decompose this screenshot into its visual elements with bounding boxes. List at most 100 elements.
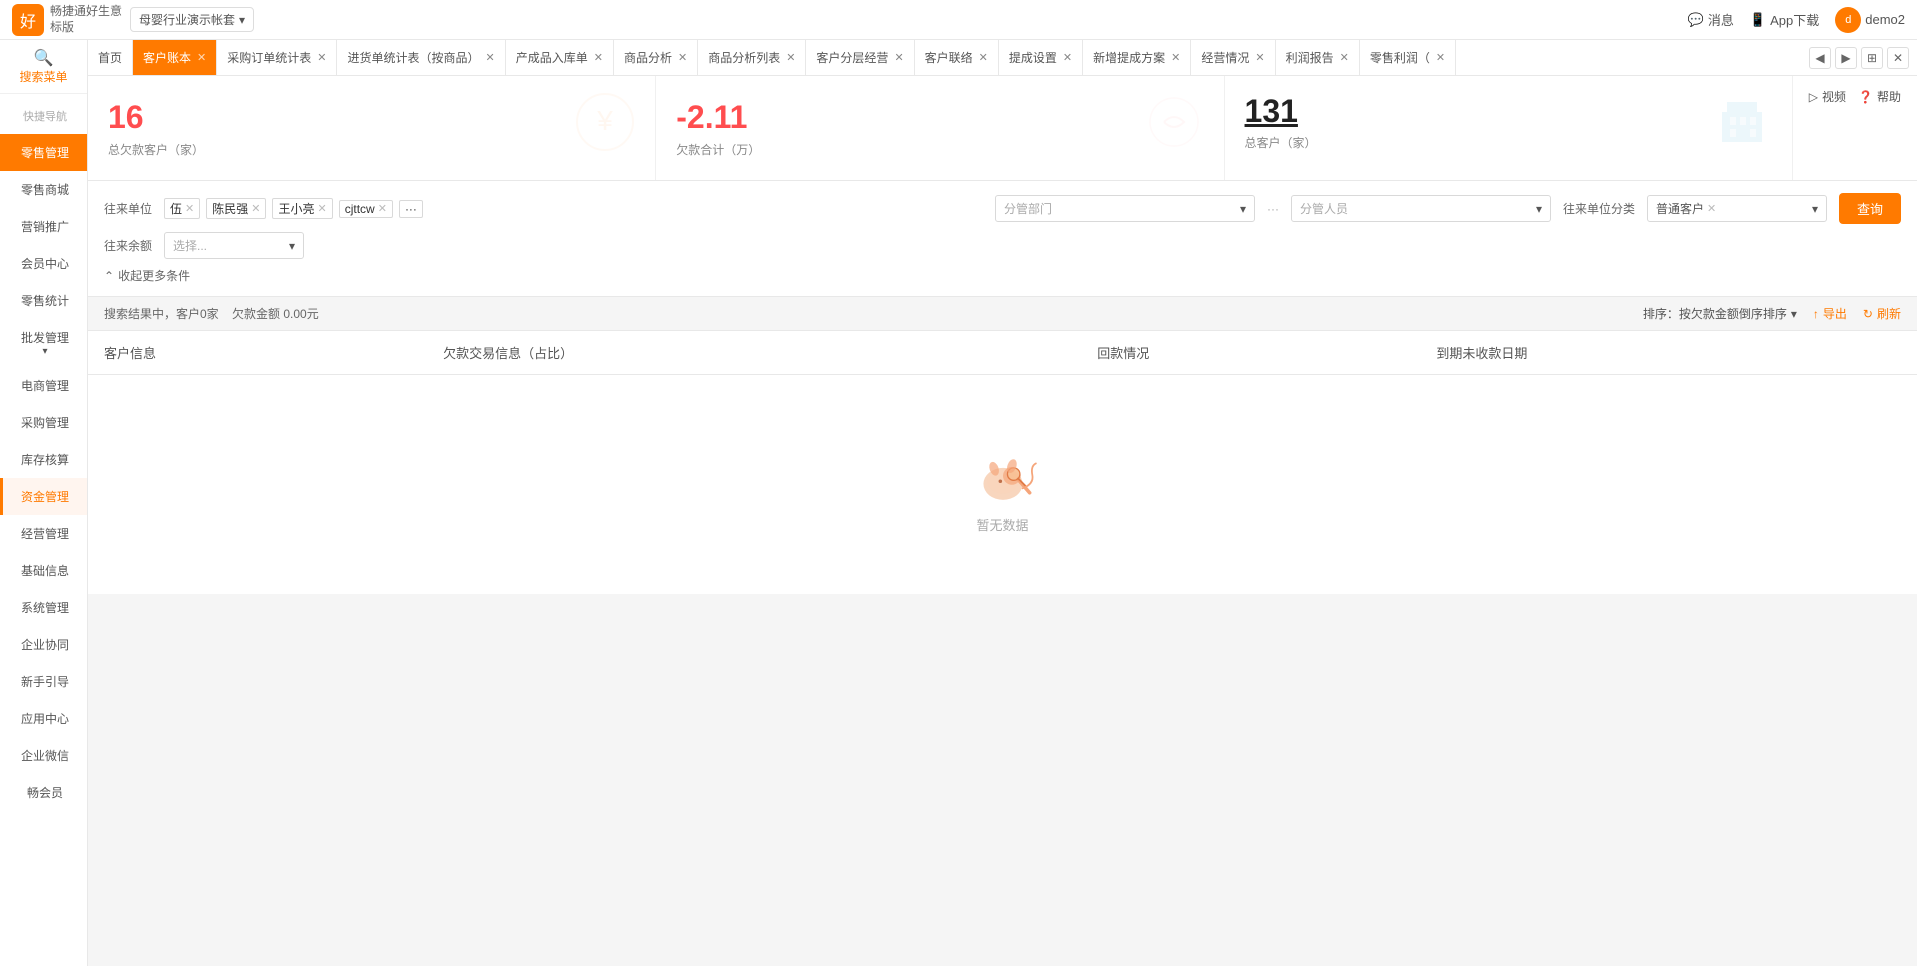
content-area: 首页 客户账本 ✕ 采购订单统计表 ✕ 进货单统计表（按商品） ✕ 产成品入库单… [88,40,1917,966]
tab-close-icon[interactable]: ✕ [1255,51,1264,64]
sidebar-item-retail-stats[interactable]: 零售统计 [0,282,87,319]
export-btn[interactable]: ↑ 导出 [1813,305,1847,322]
tab-product-analysis[interactable]: 商品分析 ✕ [614,40,698,76]
tag-remove-icon[interactable]: ✕ [251,202,260,215]
result-bar-right: 排序：按欠款金额倒序排序 ▾ ↑ 导出 ↻ 刷新 [1643,305,1901,322]
unit-tag-wu: 伍 ✕ [164,198,200,219]
sidebar-item-wholesale[interactable]: 批发管理 ▾ [0,319,87,367]
tab-purchase-order-stats[interactable]: 采购订单统计表 ✕ [217,40,337,76]
tag-remove-icon[interactable]: ✕ [318,202,327,215]
empty-illustration [963,435,1043,515]
tab-controls: ◀ ▶ ⊞ ✕ [1801,47,1917,69]
logo-area: 好 畅捷通好生意 标版 [12,4,122,36]
dept-select[interactable]: 分管部门 ▾ [995,195,1255,222]
sidebar-item-system[interactable]: 系统管理 [0,589,87,626]
main-layout: 🔍 搜索菜单 快捷导航 零售管理 零售商城 营销推广 会员中心 零售统计 [0,40,1917,966]
sidebar-item-inventory[interactable]: 库存核算 [0,441,87,478]
tab-close-icon[interactable]: ✕ [486,51,495,64]
tab-customer-ledger[interactable]: 客户账本 ✕ [133,40,217,76]
tab-production-inbound[interactable]: 产成品入库单 ✕ [506,40,614,76]
refresh-btn[interactable]: ↻ 刷新 [1863,305,1901,322]
tab-bar: 首页 客户账本 ✕ 采购订单统计表 ✕ 进货单统计表（按商品） ✕ 产成品入库单… [88,40,1917,76]
unit-tag-wang: 王小亮 ✕ [272,198,332,219]
export-icon: ↑ [1813,307,1819,321]
logo-text: 畅捷通好生意 标版 [50,4,122,35]
tab-close-icon[interactable]: ✕ [197,51,206,64]
tab-close-icon[interactable]: ✕ [786,51,795,64]
tag-remove-icon[interactable]: ✕ [1707,202,1716,215]
tab-home[interactable]: 首页 [88,40,133,76]
tab-operations[interactable]: 经营情况 ✕ [1191,40,1275,76]
unit-tag-chen: 陈民强 ✕ [206,198,266,219]
tab-close-icon[interactable]: ✕ [1340,51,1349,64]
video-link[interactable]: ▷ 视频 [1809,88,1846,105]
person-select[interactable]: 分管人员 ▾ [1291,195,1551,222]
sidebar-item-retail[interactable]: 零售管理 [0,134,87,171]
filter-row-2: 往来余额 选择... ▾ [104,232,1901,259]
unit-type-select[interactable]: 普通客户 ✕ ▾ [1647,195,1827,222]
tab-close-all-btn[interactable]: ✕ [1887,47,1909,69]
tab-close-icon[interactable]: ✕ [594,51,603,64]
sort-select[interactable]: 排序：按欠款金额倒序排序 ▾ [1643,305,1797,322]
sidebar-search[interactable]: 🔍 搜索菜单 [0,40,87,94]
tab-close-icon[interactable]: ✕ [678,51,687,64]
play-icon: ▷ [1809,90,1818,104]
table-header-row: 客户信息 欠款交易信息（占比） 回款情况 到期未收款日期 [88,331,1917,375]
tag-remove-icon[interactable]: ✕ [185,202,194,215]
sidebar-item-app-center[interactable]: 应用中心 [0,700,87,737]
chevron-up-icon: ⌃ [104,269,114,283]
tab-product-analysis-list[interactable]: 商品分析列表 ✕ [698,40,806,76]
sidebar-item-operations[interactable]: 经营管理 [0,515,87,552]
tab-close-icon[interactable]: ✕ [1436,51,1445,64]
empty-text: 暂无数据 [976,515,1028,534]
balance-select[interactable]: 选择... ▾ [164,232,304,259]
chevron-down-icon: ▾ [239,13,245,27]
message-item[interactable]: 💬 消息 [1688,10,1734,29]
tab-customer-contact[interactable]: 客户联络 ✕ [915,40,999,76]
tab-prev-btn[interactable]: ◀ [1809,47,1831,69]
sidebar-item-finance[interactable]: 资金管理 [0,478,87,515]
tab-close-icon[interactable]: ✕ [317,51,326,64]
help-icon: ❓ [1858,90,1873,104]
tab-close-icon[interactable]: ✕ [1063,51,1072,64]
tab-commission-settings[interactable]: 提成设置 ✕ [999,40,1083,76]
result-text: 搜索结果中，客户0家 欠款金额 0.00元 [104,305,319,322]
sidebar-item-ecommerce[interactable]: 电商管理 [0,367,87,404]
sidebar-item-collaboration[interactable]: 企业协同 [0,626,87,663]
tab-retail-profit[interactable]: 零售利润（ ✕ [1360,40,1456,76]
balance-label: 往来余额 [104,237,152,254]
stat-debt-customers: ¥ 16 总欠款客户（家） [88,76,656,180]
sidebar-item-basic-info[interactable]: 基础信息 [0,552,87,589]
chevron-down-icon: ▾ [1812,202,1818,216]
query-button[interactable]: 查询 [1839,193,1901,224]
app-download-item[interactable]: 📱 App下载 [1750,10,1819,29]
tab-expand-btn[interactable]: ⊞ [1861,47,1883,69]
stat-icon-building [1712,92,1772,164]
stat-total-customers: 131 总客户（家） [1225,76,1793,180]
sidebar-item-member-center[interactable]: 会员中心 [0,245,87,282]
sidebar-item-retail-mall[interactable]: 零售商城 [0,171,87,208]
tag-remove-icon[interactable]: ✕ [378,202,387,215]
empty-state: 暂无数据 [88,375,1917,594]
collapse-btn[interactable]: ⌃ 收起更多条件 [104,267,1901,284]
tab-next-btn[interactable]: ▶ [1835,47,1857,69]
tab-close-icon[interactable]: ✕ [894,51,903,64]
tab-profit-report[interactable]: 利润报告 ✕ [1276,40,1360,76]
tab-customer-segmentation[interactable]: 客户分层经营 ✕ [806,40,914,76]
unit-tag-more[interactable]: ··· [399,200,423,218]
tab-close-icon[interactable]: ✕ [1171,51,1180,64]
help-link[interactable]: ❓ 帮助 [1858,88,1901,105]
tab-close-icon[interactable]: ✕ [979,51,988,64]
sidebar-item-wechat-work[interactable]: 企业微信 [0,737,87,774]
tab-add-commission[interactable]: 新增提成方案 ✕ [1083,40,1191,76]
sidebar-item-vip[interactable]: 畅会员 [0,774,87,811]
sidebar-item-purchase[interactable]: 采购管理 [0,404,87,441]
phone-icon: 📱 [1750,12,1766,28]
sidebar-item-marketing[interactable]: 营销推广 [0,208,87,245]
user-item[interactable]: d demo2 [1835,7,1905,33]
sidebar-item-new-guide[interactable]: 新手引导 [0,663,87,700]
person-more-icon[interactable]: ··· [1267,202,1279,216]
sidebar-item-quick-nav[interactable]: 快捷导航 [0,98,87,134]
tab-incoming-stats[interactable]: 进货单统计表（按商品） ✕ [337,40,505,76]
enterprise-select[interactable]: 母婴行业演示帐套 ▾ [130,7,254,32]
